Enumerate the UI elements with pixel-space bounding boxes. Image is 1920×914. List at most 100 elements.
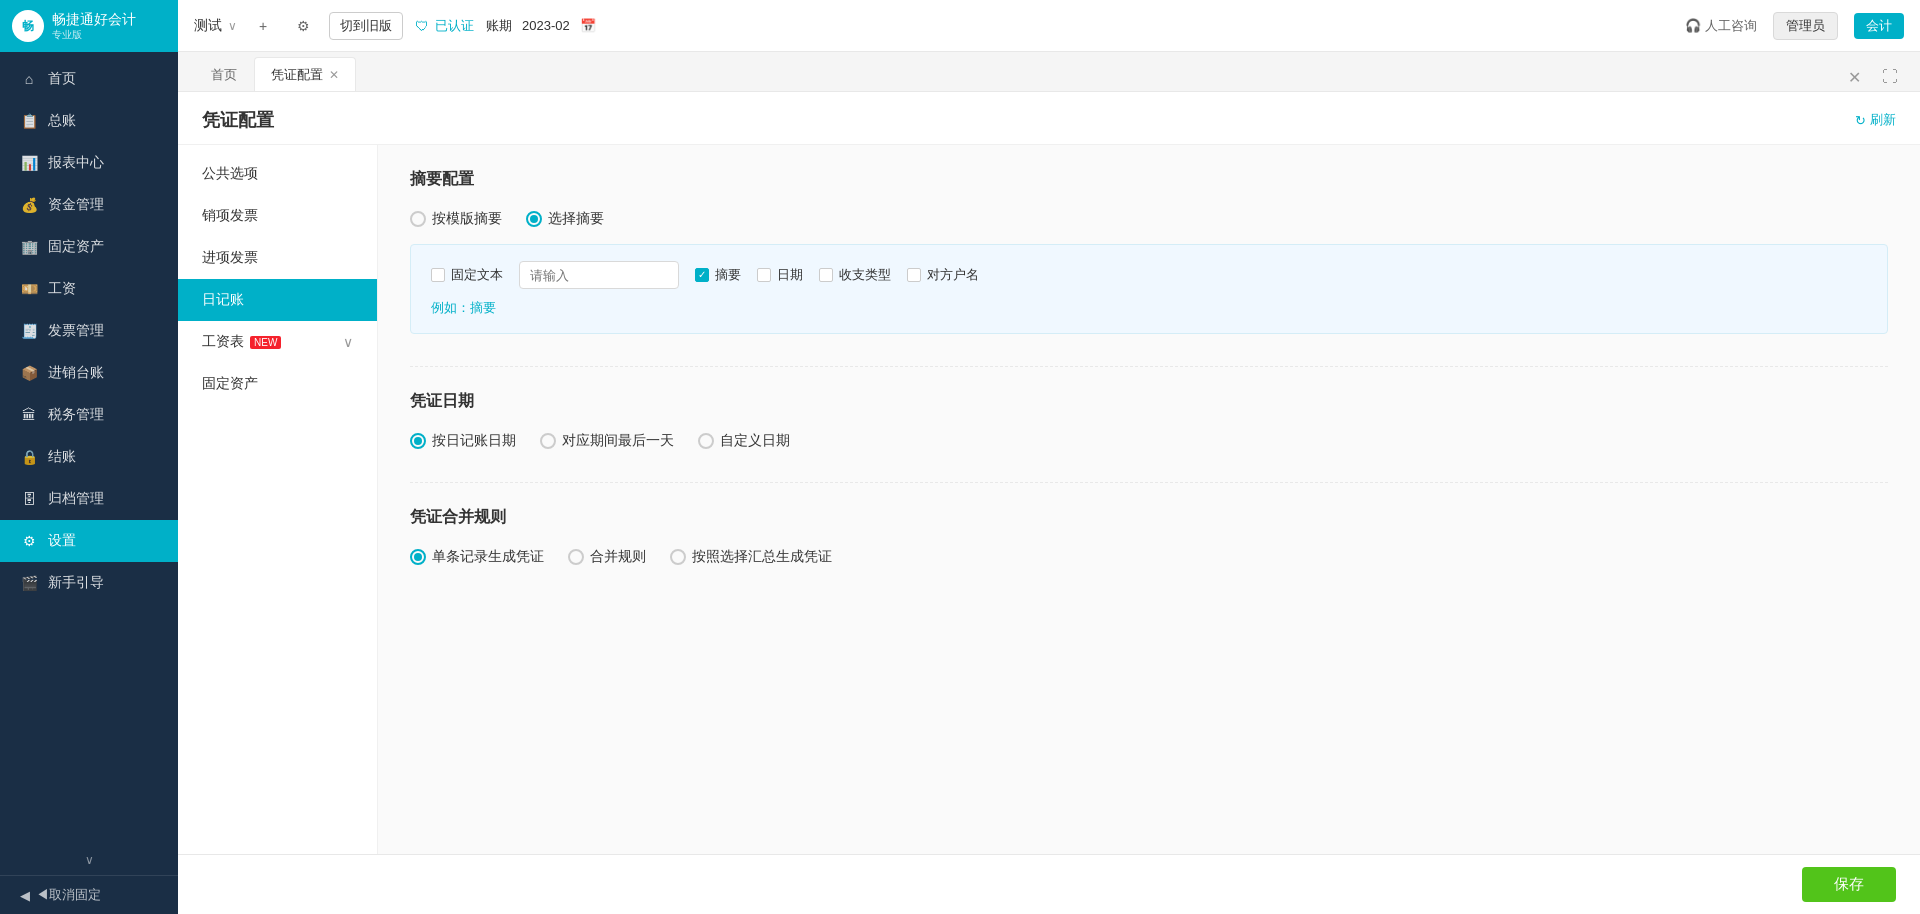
archive-icon: 🗄 [20,490,38,508]
sidebar-item-label: 固定资产 [48,238,104,256]
checkbox-counterpart[interactable]: 对方户名 [907,266,979,284]
menu-item-fixed-assets[interactable]: 固定资产 [178,363,377,405]
accountant-button[interactable]: 会计 [1854,13,1904,39]
assets-icon: 🏢 [20,238,38,256]
sidebar-item-funds[interactable]: 💰 资金管理 [0,184,178,226]
main-area: 测试 ∨ + ⚙ 切到旧版 🛡 已认证 账期 2023-02 📅 🎧 [178,0,1920,914]
close-window-button[interactable]: ✕ [1840,63,1868,91]
cancel-fixed-button[interactable]: ◀ ◀取消固定 [0,875,178,914]
date-option-custom[interactable]: 自定义日期 [698,432,790,450]
headset-icon: 🎧 [1685,18,1701,33]
sidebar-item-sales[interactable]: 📦 进销台账 [0,352,178,394]
merge-option-single[interactable]: 单条记录生成凭证 [410,548,544,566]
checkbox-counterpart-box[interactable] [907,268,921,282]
summary-option-template[interactable]: 按模版摘要 [410,210,502,228]
period-display: 账期 2023-02 📅 [486,17,596,35]
checkbox-date[interactable]: 日期 [757,266,803,284]
save-button[interactable]: 保存 [1802,867,1896,902]
page-content: 凭证配置 ↻ 刷新 公共选项 销项发票 进项发票 [178,92,1920,914]
summary-radio-select[interactable] [526,211,542,227]
switch-old-button[interactable]: 切到旧版 [329,12,403,40]
new-badge: NEW [250,336,281,349]
date-option-period-last[interactable]: 对应期间最后一天 [540,432,674,450]
sidebar-item-guide[interactable]: 🎬 新手引导 [0,562,178,604]
payroll-expand-icon[interactable]: ∨ [343,334,353,350]
merge-radio-rule[interactable] [568,549,584,565]
merge-radio-summary[interactable] [670,549,686,565]
summary-example: 例如：摘要 [431,299,1867,317]
company-name: 测试 [194,17,222,35]
sidebar-scroll-down[interactable]: ∨ [0,845,178,875]
ledger-icon: 📋 [20,112,38,130]
service-button[interactable]: 🎧 人工咨询 [1685,17,1757,35]
merge-option-summary[interactable]: 按照选择汇总生成凭证 [670,548,832,566]
sidebar-item-invoice[interactable]: 🧾 发票管理 [0,310,178,352]
logo-title: 畅捷通好会计 [52,10,136,28]
sidebar-item-archive[interactable]: 🗄 归档管理 [0,478,178,520]
checkbox-income-type-box[interactable] [819,268,833,282]
voucher-merge-title: 凭证合并规则 [410,507,1888,528]
sidebar-item-label: 归档管理 [48,490,104,508]
summary-sub-options-box: 固定文本 摘要 日期 [410,244,1888,334]
funds-icon: 💰 [20,196,38,214]
sidebar-item-label: 结账 [48,448,76,466]
settings-icon: ⚙ [20,532,38,550]
add-button[interactable]: + [249,12,277,40]
company-selector[interactable]: 测试 ∨ [194,17,237,35]
tax-icon: 🏛 [20,406,38,424]
topbar-actions: + ⚙ 切到旧版 [249,12,403,40]
checkbox-summary-box[interactable] [695,268,709,282]
date-radio-period-last[interactable] [540,433,556,449]
topbar-settings-button[interactable]: ⚙ [289,12,317,40]
left-menu: 公共选项 销项发票 进项发票 日记账 工资表 NEW ∨ [178,145,378,914]
summary-option-select[interactable]: 选择摘要 [526,210,604,228]
sidebar-item-close[interactable]: 🔒 结账 [0,436,178,478]
date-option-journal[interactable]: 按日记账日期 [410,432,516,450]
page-title: 凭证配置 [202,108,274,132]
topbar: 测试 ∨ + ⚙ 切到旧版 🛡 已认证 账期 2023-02 📅 🎧 [178,0,1920,52]
date-radio-journal[interactable] [410,433,426,449]
fixed-text-input[interactable] [519,261,679,289]
sidebar-item-assets[interactable]: 🏢 固定资产 [0,226,178,268]
menu-item-journal[interactable]: 日记账 [178,279,377,321]
summary-radio-template[interactable] [410,211,426,227]
company-chevron-icon: ∨ [228,19,237,33]
checkbox-summary[interactable]: 摘要 [695,266,741,284]
section-divider-2 [410,482,1888,483]
sidebar-item-reports[interactable]: 📊 报表中心 [0,142,178,184]
menu-item-purchase-invoice[interactable]: 进项发票 [178,237,377,279]
tab-voucher-config[interactable]: 凭证配置 ✕ [254,57,356,91]
checkbox-date-box[interactable] [757,268,771,282]
sidebar-item-label: 设置 [48,532,76,550]
admin-button[interactable]: 管理员 [1773,12,1838,40]
date-radio-custom[interactable] [698,433,714,449]
tab-close-icon[interactable]: ✕ [329,68,339,82]
merge-radio-single[interactable] [410,549,426,565]
sidebar-item-label: 税务管理 [48,406,104,424]
sidebar-item-settings[interactable]: ⚙ 设置 [0,520,178,562]
logo-icon: 畅 [12,10,44,42]
tab-home[interactable]: 首页 [194,57,254,91]
voucher-merge-radio-group: 单条记录生成凭证 合并规则 按照选择汇总生成凭证 [410,548,1888,566]
merge-option-rule[interactable]: 合并规则 [568,548,646,566]
sidebar-item-wages[interactable]: 💴 工资 [0,268,178,310]
sidebar-item-ledger[interactable]: 📋 总账 [0,100,178,142]
checkbox-fixed-text-box[interactable] [431,268,445,282]
refresh-button[interactable]: ↻ 刷新 [1855,111,1896,129]
checkbox-income-type[interactable]: 收支类型 [819,266,891,284]
arrow-left-icon: ◀ [20,888,30,903]
menu-item-sales-invoice[interactable]: 销项发票 [178,195,377,237]
sidebar-item-tax[interactable]: 🏛 税务管理 [0,394,178,436]
calendar-icon[interactable]: 📅 [580,18,596,33]
menu-item-public[interactable]: 公共选项 [178,153,377,195]
menu-item-payroll[interactable]: 工资表 NEW ∨ [178,321,377,363]
guide-icon: 🎬 [20,574,38,592]
fullscreen-button[interactable]: ⛶ [1876,63,1904,91]
sidebar-item-label: 资金管理 [48,196,104,214]
sidebar: 畅 畅捷通好会计 专业版 ⌂ 首页 📋 总账 📊 报表中心 💰 资金管理 [0,0,178,914]
home-icon: ⌂ [20,70,38,88]
summary-section-title: 摘要配置 [410,169,1888,190]
voucher-date-title: 凭证日期 [410,391,1888,412]
checkbox-fixed-text[interactable]: 固定文本 [431,266,503,284]
sidebar-item-home[interactable]: ⌂ 首页 [0,58,178,100]
